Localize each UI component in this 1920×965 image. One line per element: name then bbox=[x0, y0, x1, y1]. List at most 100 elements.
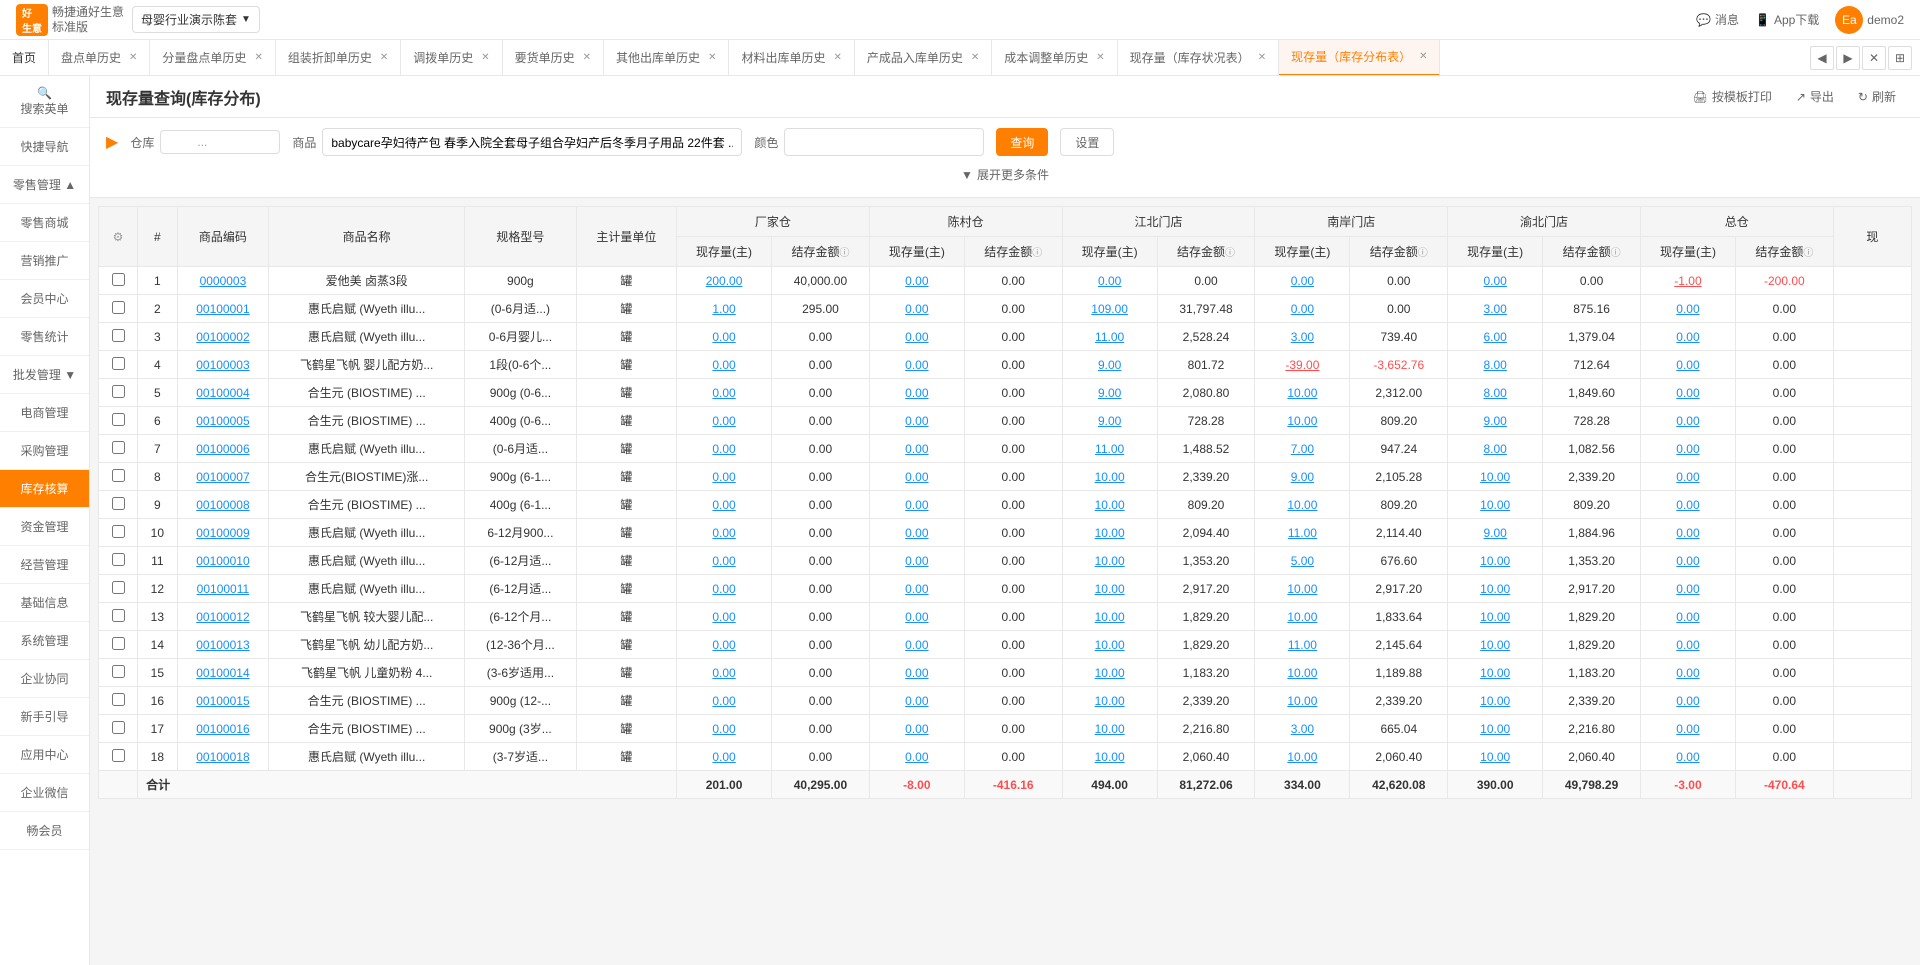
row-checkbox[interactable] bbox=[99, 547, 138, 575]
tab-next-btn[interactable]: ▶ bbox=[1836, 46, 1860, 70]
row-extra bbox=[1833, 687, 1911, 715]
row-total-stock: 0.00 bbox=[1640, 659, 1735, 687]
sidebar-item-weixin[interactable]: 企业微信 bbox=[0, 774, 89, 812]
sidebar-item-retail-stats[interactable]: 零售统计 bbox=[0, 318, 89, 356]
row-yubeimen-bal: 2,917.20 bbox=[1543, 575, 1641, 603]
row-spec: 900g (12-... bbox=[465, 687, 577, 715]
row-checkbox[interactable] bbox=[99, 463, 138, 491]
tab-zuzhe[interactable]: 组装折卸单历史 ✕ bbox=[276, 40, 401, 76]
row-checkbox[interactable] bbox=[99, 743, 138, 771]
tab-chancheng[interactable]: 产成品入库单历史 ✕ bbox=[855, 40, 992, 76]
row-checkbox[interactable] bbox=[99, 603, 138, 631]
row-checkbox[interactable] bbox=[99, 435, 138, 463]
row-checkbox[interactable] bbox=[99, 351, 138, 379]
row-code: 00100012 bbox=[177, 603, 269, 631]
dots-icon[interactable]: ... bbox=[193, 135, 211, 149]
tab-xiancun-fenbu[interactable]: 现存量（库存分布表） ✕ bbox=[1279, 40, 1440, 76]
tab-diaobo[interactable]: 调拨单历史 ✕ bbox=[401, 40, 502, 76]
sidebar-item-quicknav[interactable]: 快捷导航 bbox=[0, 128, 89, 166]
row-checkbox[interactable] bbox=[99, 715, 138, 743]
row-extra bbox=[1833, 519, 1911, 547]
print-btn[interactable]: 🖨 按模板打印 bbox=[1685, 84, 1780, 109]
close-icon[interactable]: ✕ bbox=[1419, 51, 1427, 62]
sidebar-item-marketing[interactable]: 营销推广 bbox=[0, 242, 89, 280]
th-settings[interactable]: ⚙ bbox=[99, 207, 138, 267]
sidebar-item-inventory[interactable]: 库存核算 bbox=[0, 470, 89, 508]
sidebar-item-enterprise[interactable]: 企业协同 bbox=[0, 660, 89, 698]
table-row: 9 00100008 合生元 (BIOSTIME) ... 400g (6-1.… bbox=[99, 491, 1912, 519]
close-icon[interactable]: ✕ bbox=[1258, 52, 1266, 63]
row-total-stock: 0.00 bbox=[1640, 687, 1735, 715]
tab-home[interactable]: 首页 bbox=[0, 40, 49, 76]
sidebar-item-retail-mall[interactable]: 零售商城 bbox=[0, 204, 89, 242]
refresh-btn[interactable]: ↻ 刷新 bbox=[1850, 84, 1904, 109]
sidebar-item-operations[interactable]: 经营管理 bbox=[0, 546, 89, 584]
tab-cailiao[interactable]: 材料出库单历史 ✕ bbox=[729, 40, 854, 76]
close-icon[interactable]: ✕ bbox=[129, 52, 137, 63]
row-jiangbei-stock: 109.00 bbox=[1062, 295, 1157, 323]
row-checkbox[interactable] bbox=[99, 631, 138, 659]
row-checkbox[interactable] bbox=[99, 295, 138, 323]
row-factory-stock: 0.00 bbox=[677, 631, 772, 659]
sidebar-item-guide[interactable]: 新手引导 bbox=[0, 698, 89, 736]
settings-button[interactable]: 设置 bbox=[1060, 128, 1114, 156]
sidebar-item-system[interactable]: 系统管理 bbox=[0, 622, 89, 660]
query-button[interactable]: 查询 bbox=[996, 128, 1048, 156]
expand-conditions-btn[interactable]: ▼ 展开更多条件 bbox=[953, 162, 1057, 187]
row-chenmao-bal: 0.00 bbox=[964, 743, 1062, 771]
sidebar-item-search[interactable]: 🔍 搜索英单 bbox=[0, 76, 89, 128]
close-icon[interactable]: ✕ bbox=[380, 52, 388, 63]
tab-yaohuo[interactable]: 要货单历史 ✕ bbox=[503, 40, 604, 76]
tab-prev-btn[interactable]: ◀ bbox=[1810, 46, 1834, 70]
row-factory-stock: 0.00 bbox=[677, 519, 772, 547]
row-nanan-stock: 3.00 bbox=[1255, 715, 1350, 743]
sidebar-item-member2[interactable]: 畅会员 bbox=[0, 812, 89, 850]
row-checkbox[interactable] bbox=[99, 323, 138, 351]
row-checkbox[interactable] bbox=[99, 575, 138, 603]
settings-icon[interactable]: ⚙ bbox=[113, 230, 124, 244]
row-checkbox[interactable] bbox=[99, 687, 138, 715]
row-chenmao-bal: 0.00 bbox=[964, 407, 1062, 435]
sidebar-item-wholesale[interactable]: 批发管理 ▼ bbox=[0, 356, 89, 394]
row-checkbox[interactable] bbox=[99, 267, 138, 295]
row-chenmao-bal: 0.00 bbox=[964, 267, 1062, 295]
sidebar-item-member[interactable]: 会员中心 bbox=[0, 280, 89, 318]
sidebar-item-ecommerce[interactable]: 电商管理 bbox=[0, 394, 89, 432]
close-icon[interactable]: ✕ bbox=[971, 52, 979, 63]
close-icon[interactable]: ✕ bbox=[254, 52, 262, 63]
app-download-btn[interactable]: 📱 App下载 bbox=[1755, 11, 1819, 28]
sidebar-item-finance[interactable]: 资金管理 bbox=[0, 508, 89, 546]
tab-fenliang[interactable]: 分量盘点单历史 ✕ bbox=[150, 40, 275, 76]
row-checkbox[interactable] bbox=[99, 407, 138, 435]
tab-pandian[interactable]: 盘点单历史 ✕ bbox=[49, 40, 150, 76]
message-btn[interactable]: 💬 消息 bbox=[1696, 11, 1739, 28]
color-input[interactable] bbox=[784, 128, 984, 156]
export-btn[interactable]: ↗ 导出 bbox=[1788, 84, 1842, 109]
close-icon[interactable]: ✕ bbox=[1096, 52, 1104, 63]
product-input[interactable] bbox=[322, 128, 742, 156]
close-icon[interactable]: ✕ bbox=[708, 52, 716, 63]
sidebar-item-apps[interactable]: 应用中心 bbox=[0, 736, 89, 774]
tab-xiancun-kuangtai[interactable]: 现存量（库存状况表） ✕ bbox=[1118, 40, 1279, 76]
row-chenmao-bal: 0.00 bbox=[964, 659, 1062, 687]
row-nanan-stock: 10.00 bbox=[1255, 407, 1350, 435]
row-checkbox[interactable] bbox=[99, 491, 138, 519]
sidebar-item-purchase[interactable]: 采购管理 bbox=[0, 432, 89, 470]
close-icon[interactable]: ✕ bbox=[583, 52, 591, 63]
sidebar-item-retail-mgmt[interactable]: 零售管理 ▲ bbox=[0, 166, 89, 204]
tab-qitachu[interactable]: 其他出库单历史 ✕ bbox=[604, 40, 729, 76]
row-checkbox[interactable] bbox=[99, 519, 138, 547]
row-checkbox[interactable] bbox=[99, 379, 138, 407]
sidebar-item-basic-info[interactable]: 基础信息 bbox=[0, 584, 89, 622]
tab-chengben[interactable]: 成本调整单历史 ✕ bbox=[992, 40, 1117, 76]
close-icon[interactable]: ✕ bbox=[833, 52, 841, 63]
row-no: 16 bbox=[138, 687, 178, 715]
row-checkbox[interactable] bbox=[99, 659, 138, 687]
tab-close-btn[interactable]: ✕ bbox=[1862, 46, 1886, 70]
industry-selector[interactable]: 母婴行业演示陈套 ▼ bbox=[132, 6, 260, 33]
warehouse-selector[interactable]: ... bbox=[160, 130, 280, 154]
filter-toggle-btn[interactable]: ▶ bbox=[106, 132, 118, 152]
close-icon[interactable]: ✕ bbox=[481, 52, 489, 63]
user-area[interactable]: Ea demo2 bbox=[1835, 6, 1904, 34]
tab-expand-btn[interactable]: ⊞ bbox=[1888, 46, 1912, 70]
